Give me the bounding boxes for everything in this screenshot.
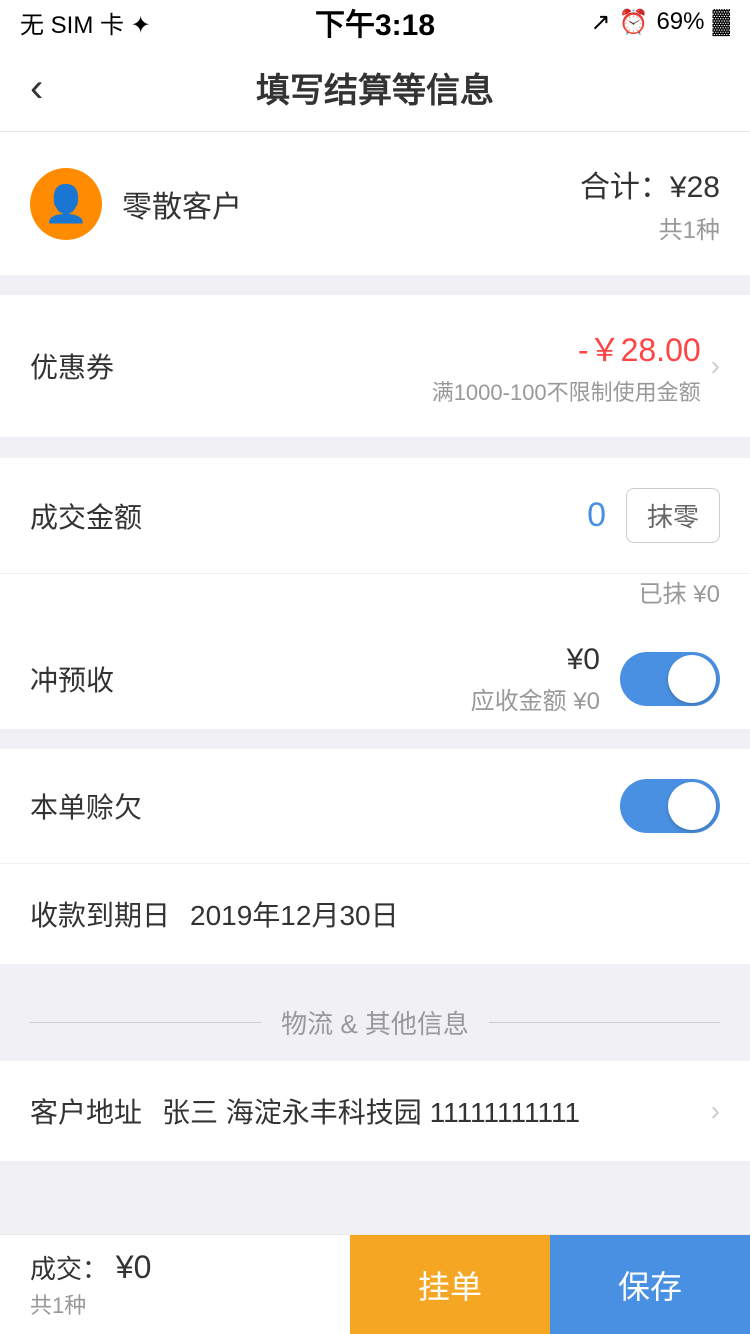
prepay-row: 冲预收 ¥0 应收金额 ¥0 [0,629,750,729]
coupon-value-row: -￥28.00 满1000-100不限制使用金额 › [432,325,720,407]
address-section: 客户地址 张三 海淀永丰科技园 11111111111 › [0,1061,750,1161]
deal-amount-right: 0 抹零 [546,488,720,543]
content: 👤 零散客户 合计：¥28 共1种 优惠券 -￥28.00 满1000-100不… [0,132,750,1281]
deal-amount-label: 成交金额 [30,496,142,536]
status-bar: 无 SIM 卡 ✦ 下午3:18 ↗ ⏰ 69% ▓ [0,0,750,44]
coupon-section: 优惠券 -￥28.00 满1000-100不限制使用金额 › [0,295,750,438]
prepay-amount-sub: 应收金额 ¥0 [471,681,600,716]
status-right: ↗ ⏰ 69% ▓ [590,8,730,37]
debt-toggle-knob [668,782,716,830]
customer-right: 合计：¥28 共1种 [580,162,720,245]
logistics-divider: 物流 & 其他信息 [0,984,750,1061]
address-chevron-icon: › [711,1095,720,1127]
save-button[interactable]: 保存 [550,1235,750,1334]
customer-count: 共1种 [580,210,720,245]
avatar: 👤 [30,168,102,240]
coupon-row[interactable]: 优惠券 -￥28.00 满1000-100不限制使用金额 › [0,295,750,438]
bottom-deal-row: 成交： ¥0 [30,1249,320,1286]
prepay-toggle[interactable] [620,652,720,706]
address-row[interactable]: 客户地址 张三 海淀永丰科技园 11111111111 › [0,1061,750,1161]
coupon-value: -￥28.00 满1000-100不限制使用金额 [432,325,701,407]
debt-label: 本单赊欠 [30,786,142,826]
chevron-right-icon: › [711,350,720,382]
logistics-divider-text: 物流 & 其他信息 [281,1004,469,1041]
prepay-right: ¥0 应收金额 ¥0 [471,643,720,716]
hold-button[interactable]: 挂单 [350,1235,550,1334]
duedate-label: 收款到期日 [30,894,170,934]
battery-text: 69% [656,8,704,36]
round-button[interactable]: 抹零 [626,488,720,543]
duedate-row: 收款到期日 2019年12月30日 [0,864,750,964]
debt-section: 本单赊欠 收款到期日 2019年12月30日 [0,749,750,964]
back-button[interactable]: ‹ [30,68,43,108]
location-icon: ↗ [590,8,610,37]
logistics-divider-line: 物流 & 其他信息 [30,1004,720,1041]
divider-hr-left [30,1022,261,1023]
status-left: 无 SIM 卡 ✦ [20,5,151,40]
customer-left: 👤 零散客户 [30,168,242,240]
customer-total: 合计：¥28 [580,162,720,206]
deal-amount-input[interactable]: 0 [546,496,606,535]
customer-row: 👤 零散客户 合计：¥28 共1种 [0,132,750,275]
status-time: 下午3:18 [315,0,435,44]
bottom-deal-label: 成交： [30,1254,108,1284]
debt-row: 本单赊欠 [0,749,750,864]
deal-amount-section: 成交金额 0 抹零 已抹 ¥0 冲预收 ¥0 应收金额 ¥0 [0,458,750,729]
no-sim-text: 无 SIM 卡 ✦ [20,5,151,40]
toggle-knob [668,655,716,703]
battery-icon: ▓ [713,8,731,36]
address-label: 客户地址 [30,1091,142,1131]
prepay-label: 冲预收 [30,659,114,699]
page-title: 填写结算等信息 [256,63,494,112]
deal-sub-row: 已抹 ¥0 [0,574,750,629]
bottom-bar: 成交： ¥0 共1种 挂单 保存 [0,1234,750,1334]
prepay-amount-main: ¥0 [471,643,600,677]
address-value: 张三 海淀永丰科技园 11111111111 [162,1091,701,1131]
deal-amount-row: 成交金额 0 抹零 [0,458,750,574]
debt-toggle[interactable] [620,779,720,833]
duedate-value: 2019年12月30日 [190,894,399,934]
coupon-description: 满1000-100不限制使用金额 [432,375,701,407]
customer-name: 零散客户 [122,182,242,226]
divider-hr-right [489,1022,720,1023]
coupon-discount: -￥28.00 [578,325,701,371]
prepay-amounts: ¥0 应收金额 ¥0 [471,643,600,716]
bottom-summary: 成交： ¥0 共1种 [0,1249,350,1320]
coupon-label: 优惠券 [30,346,114,386]
avatar-icon: 👤 [44,183,89,225]
alarm-icon: ⏰ [619,8,649,37]
nav-bar: ‹ 填写结算等信息 [0,44,750,132]
bottom-deal-amount: ¥0 [116,1249,152,1285]
bottom-deal-count: 共1种 [30,1288,320,1320]
